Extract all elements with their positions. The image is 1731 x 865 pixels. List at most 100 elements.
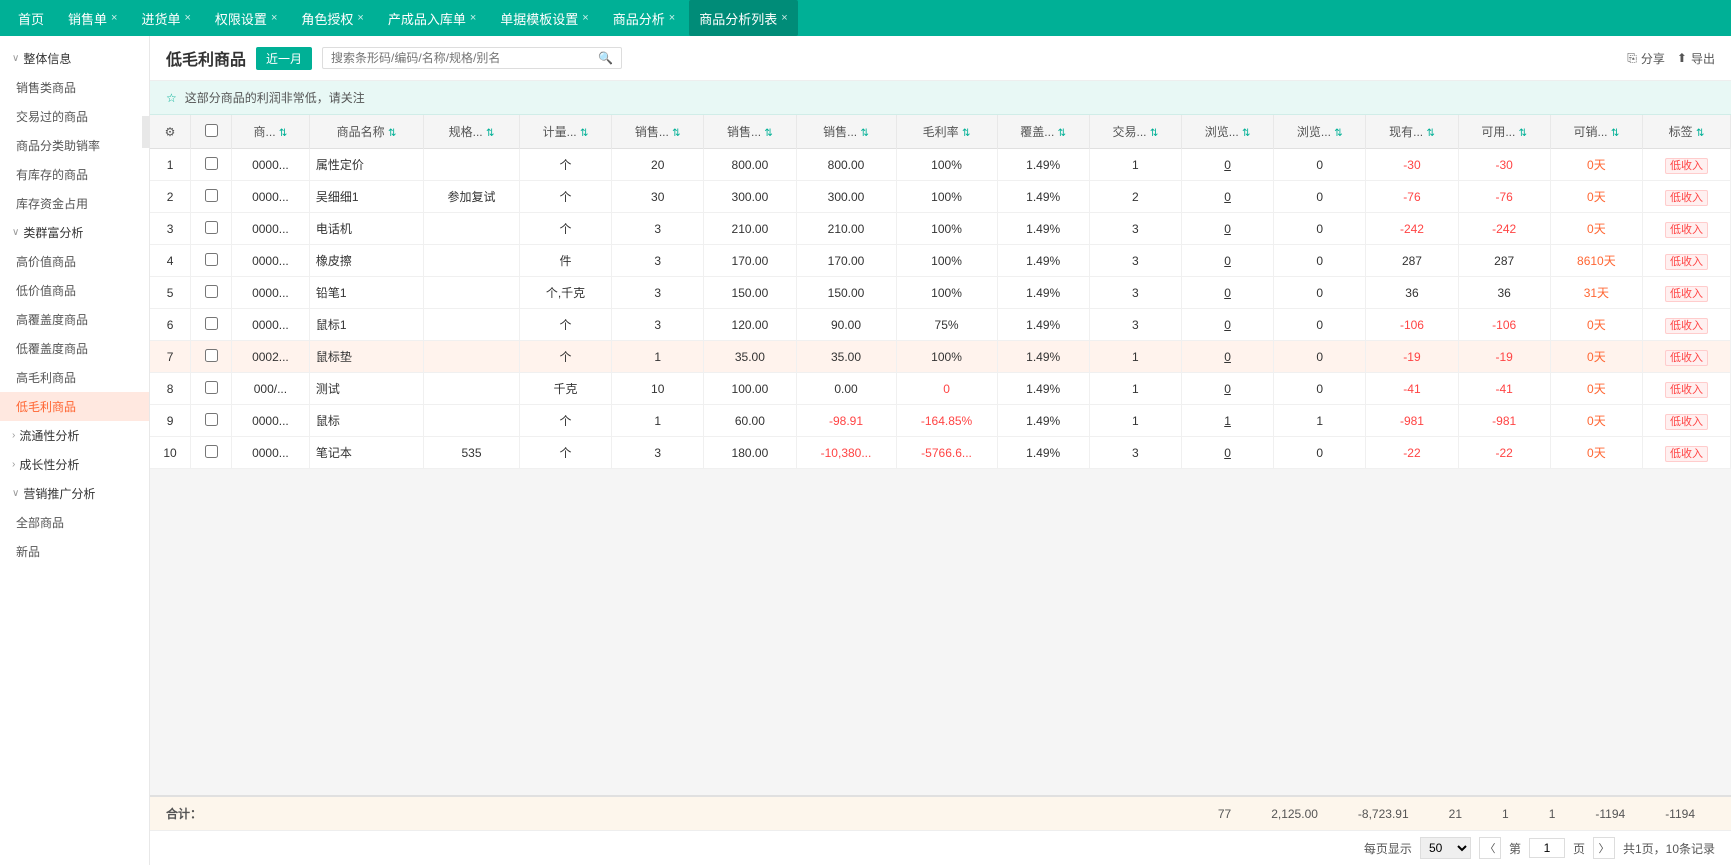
- close-icon[interactable]: ×: [669, 12, 675, 24]
- close-icon[interactable]: ×: [184, 12, 190, 24]
- col-code[interactable]: 商... ⇅: [231, 115, 309, 149]
- nav-item-permissions[interactable]: 权限设置 ×: [205, 0, 287, 36]
- row-checkbox[interactable]: [205, 157, 218, 170]
- sidebar-collapse-button[interactable]: 《: [142, 116, 150, 148]
- close-icon[interactable]: ×: [582, 12, 588, 24]
- table-cell-checkbox[interactable]: [191, 309, 232, 341]
- col-s3[interactable]: 销售... ⇅: [796, 115, 896, 149]
- table-cell-checkbox[interactable]: [191, 437, 232, 469]
- col-spec[interactable]: 规格... ⇅: [424, 115, 520, 149]
- nav-item-home[interactable]: 首页: [8, 0, 54, 36]
- sidebar-group-overall[interactable]: ∨ 整体信息: [0, 44, 149, 73]
- table-cell-tag: 低收入: [1642, 405, 1730, 437]
- per-page-select[interactable]: 50 20 100: [1420, 837, 1471, 859]
- sidebar-item-stock-capital[interactable]: 库存资金占用: [0, 189, 149, 218]
- close-icon[interactable]: ×: [271, 12, 277, 24]
- nav-item-analysis[interactable]: 商品分析 ×: [603, 0, 685, 36]
- col-view2[interactable]: 浏览... ⇅: [1274, 115, 1366, 149]
- sidebar-group-cluster[interactable]: ∨ 类群富分析: [0, 218, 149, 247]
- row-checkbox[interactable]: [205, 285, 218, 298]
- col-s1[interactable]: 销售... ⇅: [612, 115, 704, 149]
- table-cell-view1[interactable]: 0: [1181, 373, 1273, 405]
- select-all-checkbox[interactable]: [205, 124, 218, 137]
- sidebar-item-all-products[interactable]: 全部商品: [0, 508, 149, 537]
- close-icon[interactable]: ×: [781, 12, 787, 24]
- close-icon[interactable]: ×: [470, 12, 476, 24]
- table-cell-coverage: 1.49%: [997, 341, 1089, 373]
- table-cell-checkbox[interactable]: [191, 341, 232, 373]
- close-icon[interactable]: ×: [357, 12, 363, 24]
- share-button[interactable]: ⎘ 分享: [1627, 50, 1665, 67]
- col-stock[interactable]: 现有... ⇅: [1366, 115, 1458, 149]
- sidebar-item-low-coverage[interactable]: 低覆盖度商品: [0, 334, 149, 363]
- nav-item-purchase[interactable]: 进货单 ×: [131, 0, 200, 36]
- search-icon[interactable]: 🔍: [598, 51, 613, 65]
- col-settings[interactable]: ⚙: [150, 115, 191, 149]
- row-checkbox[interactable]: [205, 317, 218, 330]
- col-trade[interactable]: 交易... ⇅: [1089, 115, 1181, 149]
- col-name[interactable]: 商品名称 ⇅: [309, 115, 423, 149]
- col-s2[interactable]: 销售... ⇅: [704, 115, 796, 149]
- table-cell-checkbox[interactable]: [191, 277, 232, 309]
- row-checkbox[interactable]: [205, 189, 218, 202]
- table-cell-stock: -76: [1366, 181, 1458, 213]
- sidebar-group-circulation[interactable]: › 流通性分析: [0, 421, 149, 450]
- pagination: 每页显示 50 20 100 〈 第 页 〉 共1页，10条记录: [150, 830, 1731, 865]
- sidebar-item-category-rate[interactable]: 商品分类助销率: [0, 131, 149, 160]
- sidebar-item-low-margin[interactable]: 低毛利商品: [0, 392, 149, 421]
- col-coverage[interactable]: 覆盖... ⇅: [997, 115, 1089, 149]
- col-avail[interactable]: 可用... ⇅: [1458, 115, 1550, 149]
- row-checkbox[interactable]: [205, 445, 218, 458]
- row-checkbox[interactable]: [205, 349, 218, 362]
- table-cell-checkbox[interactable]: [191, 373, 232, 405]
- col-tag[interactable]: 标签 ⇅: [1642, 115, 1730, 149]
- table-cell-checkbox[interactable]: [191, 149, 232, 181]
- table-cell-checkbox[interactable]: [191, 213, 232, 245]
- nav-item-sales[interactable]: 销售单 ×: [58, 0, 127, 36]
- sidebar-item-high-margin[interactable]: 高毛利商品: [0, 363, 149, 392]
- table-cell-checkbox[interactable]: [191, 181, 232, 213]
- sidebar-item-sales-products[interactable]: 销售类商品: [0, 73, 149, 102]
- period-button[interactable]: 近一月: [256, 47, 312, 70]
- col-unit[interactable]: 计量... ⇅: [519, 115, 611, 149]
- row-checkbox[interactable]: [205, 253, 218, 266]
- row-checkbox[interactable]: [205, 381, 218, 394]
- table-cell-view1[interactable]: 0: [1181, 181, 1273, 213]
- row-checkbox[interactable]: [205, 221, 218, 234]
- table-cell-view1[interactable]: 1: [1181, 405, 1273, 437]
- table-cell-name: 铅笔1: [309, 277, 423, 309]
- search-input[interactable]: [331, 51, 598, 65]
- table-cell-view1[interactable]: 0: [1181, 277, 1273, 309]
- table-cell-view1[interactable]: 0: [1181, 149, 1273, 181]
- table-cell-view1[interactable]: 0: [1181, 437, 1273, 469]
- col-view1[interactable]: 浏览... ⇅: [1181, 115, 1273, 149]
- sidebar-item-traded-products[interactable]: 交易过的商品: [0, 102, 149, 131]
- sidebar-group-growth[interactable]: › 成长性分析: [0, 450, 149, 479]
- table-cell-view1[interactable]: 0: [1181, 213, 1273, 245]
- close-icon[interactable]: ×: [111, 12, 117, 24]
- nav-item-roles[interactable]: 角色授权 ×: [291, 0, 373, 36]
- prev-page-button[interactable]: 〈: [1479, 837, 1501, 859]
- col-gross[interactable]: 毛利率 ⇅: [896, 115, 997, 149]
- sidebar-item-new-products[interactable]: 新品: [0, 537, 149, 566]
- table-cell-checkbox[interactable]: [191, 405, 232, 437]
- col-checkbox[interactable]: [191, 115, 232, 149]
- row-checkbox[interactable]: [205, 413, 218, 426]
- col-saleable[interactable]: 可销... ⇅: [1550, 115, 1642, 149]
- sidebar-group-marketing[interactable]: ∨ 营销推广分析: [0, 479, 149, 508]
- table-cell-checkbox[interactable]: [191, 245, 232, 277]
- table-cell-view1[interactable]: 0: [1181, 341, 1273, 373]
- table-cell-view1[interactable]: 0: [1181, 245, 1273, 277]
- nav-item-products[interactable]: 产成品入库单 ×: [378, 0, 486, 36]
- nav-item-analysis-list[interactable]: 商品分析列表 ×: [689, 0, 797, 36]
- export-button[interactable]: ⬆ 导出: [1677, 50, 1715, 67]
- page-input[interactable]: [1529, 838, 1565, 858]
- sidebar-item-high-coverage[interactable]: 高覆盖度商品: [0, 305, 149, 334]
- next-page-button[interactable]: 〉: [1593, 837, 1615, 859]
- sidebar-item-in-stock[interactable]: 有库存的商品: [0, 160, 149, 189]
- table-cell-tag: 低收入: [1642, 213, 1730, 245]
- table-cell-view1[interactable]: 0: [1181, 309, 1273, 341]
- sidebar-item-low-value[interactable]: 低价值商品: [0, 276, 149, 305]
- nav-item-template[interactable]: 单据模板设置 ×: [490, 0, 598, 36]
- sidebar-item-high-value[interactable]: 高价值商品: [0, 247, 149, 276]
